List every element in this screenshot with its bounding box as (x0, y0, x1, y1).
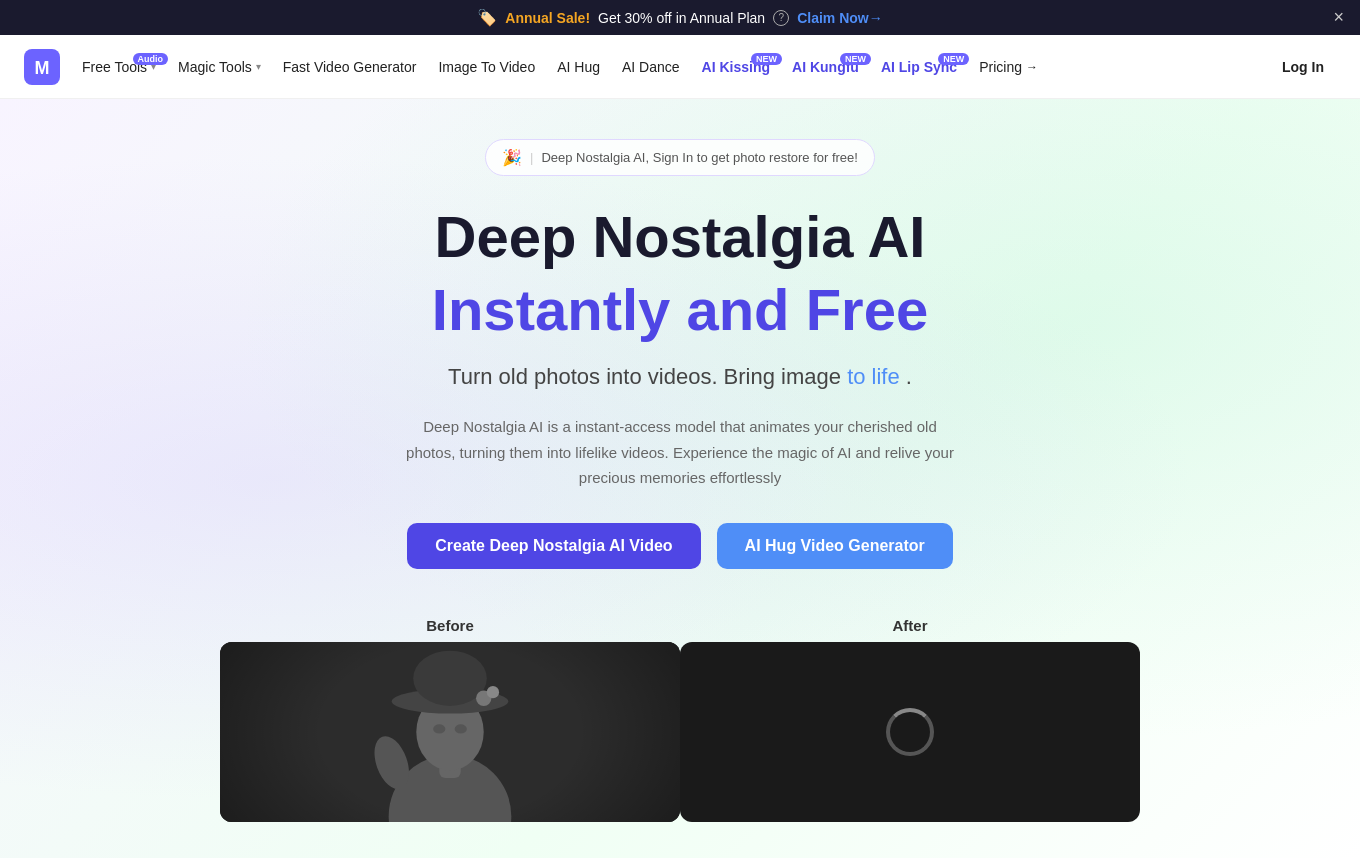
before-photo (220, 642, 680, 822)
hero-title-line1: Deep Nostalgia AI (435, 204, 926, 271)
ai-hug-button[interactable]: AI Hug Video Generator (717, 523, 953, 569)
loading-spinner (886, 708, 934, 756)
banner-text: Deep Nostalgia AI, Sign In to get photo … (541, 150, 858, 165)
nav-items: Free Tools Audio ▾ Magic Tools ▾ Fast Vi… (72, 51, 1266, 83)
svg-point-14 (455, 724, 467, 733)
magic-tools-chevron: ▾ (256, 61, 261, 72)
hero-section: 🎉 | Deep Nostalgia AI, Sign In to get ph… (0, 99, 1360, 858)
subtitle-start: Turn old photos into videos. Bring image (448, 364, 841, 389)
help-icon[interactable]: ? (773, 10, 789, 26)
nav-magic-tools[interactable]: Magic Tools ▾ (168, 51, 271, 83)
before-label: Before (426, 617, 474, 634)
subtitle-end: . (906, 364, 912, 389)
ai-kissing-badge: NEW (751, 53, 782, 65)
nav-ai-hug[interactable]: AI Hug (547, 51, 610, 83)
after-image (680, 642, 1140, 822)
ai-hug-label: AI Hug (557, 59, 600, 75)
login-label: Log In (1282, 59, 1324, 75)
login-button[interactable]: Log In (1270, 51, 1336, 83)
hero-banner[interactable]: 🎉 | Deep Nostalgia AI, Sign In to get ph… (485, 139, 875, 176)
banner-divider: | (530, 150, 533, 165)
subtitle-highlight: to life (847, 364, 900, 389)
free-tools-badge: Audio (133, 53, 169, 65)
pricing-arrow: → (1026, 60, 1038, 74)
sale-label: Annual Sale! (505, 10, 590, 26)
fast-video-label: Fast Video Generator (283, 59, 417, 75)
nav-ai-lip-sync[interactable]: AI Lip Sync NEW (871, 51, 967, 83)
svg-text:M: M (35, 58, 50, 78)
nav-free-tools[interactable]: Free Tools Audio ▾ (72, 51, 166, 83)
logo[interactable]: M (24, 49, 60, 85)
announcement-bar: 🏷️ Annual Sale! Get 30% off in Annual Pl… (0, 0, 1360, 35)
image-to-video-label: Image To Video (438, 59, 535, 75)
hero-subtitle: Turn old photos into videos. Bring image… (448, 364, 912, 390)
magic-tools-label: Magic Tools (178, 59, 252, 75)
tag-icon: 🏷️ (477, 8, 497, 27)
before-column: Before (220, 617, 680, 822)
claim-now-link[interactable]: Claim Now→ (797, 10, 883, 26)
before-image (220, 642, 680, 822)
svg-point-11 (487, 686, 499, 698)
nav-ai-dance[interactable]: AI Dance (612, 51, 690, 83)
ai-dance-label: AI Dance (622, 59, 680, 75)
after-column: After (680, 617, 1140, 822)
nav-ai-kissing[interactable]: AI Kissing NEW (692, 51, 780, 83)
navbar: M Free Tools Audio ▾ Magic Tools ▾ Fast … (0, 35, 1360, 99)
party-icon: 🎉 (502, 148, 522, 167)
ai-lip-sync-badge: NEW (938, 53, 969, 65)
svg-point-13 (433, 724, 445, 733)
close-announcement-button[interactable]: × (1333, 7, 1344, 28)
before-after-section: Before (220, 617, 1140, 822)
create-video-button[interactable]: Create Deep Nostalgia AI Video (407, 523, 700, 569)
svg-point-9 (413, 651, 487, 706)
hero-description: Deep Nostalgia AI is a instant-access mo… (400, 414, 960, 491)
nav-fast-video[interactable]: Fast Video Generator (273, 51, 427, 83)
sale-text: Get 30% off in Annual Plan (598, 10, 765, 26)
ai-kungfu-badge: NEW (840, 53, 871, 65)
hero-buttons: Create Deep Nostalgia AI Video AI Hug Vi… (407, 523, 953, 569)
after-label: After (892, 617, 927, 634)
nav-pricing[interactable]: Pricing → (969, 51, 1048, 83)
pricing-label: Pricing (979, 59, 1022, 75)
after-loading (680, 642, 1140, 822)
nav-ai-kungfu[interactable]: AI Kungfu NEW (782, 51, 869, 83)
nav-image-to-video[interactable]: Image To Video (428, 51, 545, 83)
hero-title-line2: Instantly and Free (432, 275, 928, 345)
